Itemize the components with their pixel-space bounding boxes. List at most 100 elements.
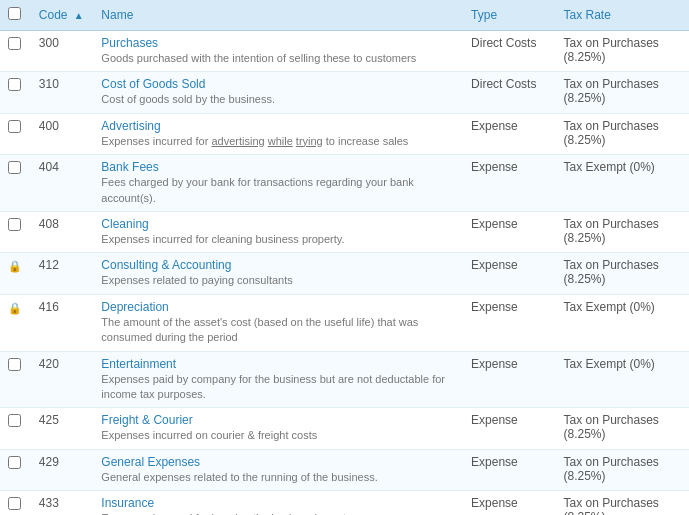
row-checkbox-cell <box>0 449 31 490</box>
account-name-link[interactable]: General Expenses <box>101 455 200 469</box>
header-name: Name <box>93 0 463 31</box>
row-type: Expense <box>463 351 555 408</box>
account-description: Expenses incurred for cleaning business … <box>101 232 455 247</box>
row-type: Direct Costs <box>463 31 555 72</box>
account-name-link[interactable]: Entertainment <box>101 357 176 371</box>
row-checkbox-cell <box>0 491 31 515</box>
row-checkbox[interactable] <box>8 414 21 427</box>
row-checkbox[interactable] <box>8 218 21 231</box>
row-type: Expense <box>463 408 555 449</box>
account-description: Expenses related to paying consultants <box>101 273 455 288</box>
row-name-cell: CleaningExpenses incurred for cleaning b… <box>93 211 463 252</box>
highlighted-word: while <box>268 135 293 147</box>
row-name-cell: InsuranceExpenses incurred for insuring … <box>93 491 463 515</box>
account-description: Expenses incurred for advertising while … <box>101 134 455 149</box>
name-label: Name <box>101 8 133 22</box>
row-checkbox-cell <box>0 155 31 212</box>
table-row: 433InsuranceExpenses incurred for insuri… <box>0 491 689 515</box>
type-label: Type <box>471 8 497 22</box>
row-code: 429 <box>31 449 94 490</box>
account-description: Expenses paid by company for the busines… <box>101 372 455 403</box>
row-name-cell: EntertainmentExpenses paid by company fo… <box>93 351 463 408</box>
row-taxrate: Tax Exempt (0%) <box>555 155 689 212</box>
row-type: Expense <box>463 113 555 154</box>
row-checkbox[interactable] <box>8 120 21 133</box>
account-description: Expenses incurred on courier & freight c… <box>101 428 455 443</box>
row-name-cell: General ExpensesGeneral expenses related… <box>93 449 463 490</box>
row-taxrate: Tax on Purchases (8.25%) <box>555 491 689 515</box>
row-checkbox[interactable] <box>8 358 21 371</box>
row-type: Expense <box>463 449 555 490</box>
table-row: 400AdvertisingExpenses incurred for adve… <box>0 113 689 154</box>
table-row: 🔒412Consulting & AccountingExpenses rela… <box>0 253 689 294</box>
account-name-link[interactable]: Advertising <box>101 119 160 133</box>
highlighted-word: advertising <box>211 135 264 147</box>
row-checkbox-cell: 🔒 <box>0 253 31 294</box>
row-code: 433 <box>31 491 94 515</box>
account-name-link[interactable]: Bank Fees <box>101 160 158 174</box>
highlighted-word: trying <box>296 135 323 147</box>
row-checkbox-cell <box>0 211 31 252</box>
row-taxrate: Tax Exempt (0%) <box>555 294 689 351</box>
account-description: Cost of goods sold by the business. <box>101 92 455 107</box>
account-name-link[interactable]: Consulting & Accounting <box>101 258 231 272</box>
row-type: Expense <box>463 491 555 515</box>
account-description: General expenses related to the running … <box>101 470 455 485</box>
row-name-cell: Bank FeesFees charged by your bank for t… <box>93 155 463 212</box>
account-name-link[interactable]: Cost of Goods Sold <box>101 77 205 91</box>
row-name-cell: AdvertisingExpenses incurred for adverti… <box>93 113 463 154</box>
table-row: 300PurchasesGoods purchased with the int… <box>0 31 689 72</box>
accounts-table-container: Code ▲ Name Type Tax Rate 300PurchasesGo… <box>0 0 689 515</box>
row-checkbox[interactable] <box>8 456 21 469</box>
row-checkbox[interactable] <box>8 37 21 50</box>
table-row: 429General ExpensesGeneral expenses rela… <box>0 449 689 490</box>
row-name-cell: Freight & CourierExpenses incurred on co… <box>93 408 463 449</box>
row-code: 300 <box>31 31 94 72</box>
row-name-cell: Consulting & AccountingExpenses related … <box>93 253 463 294</box>
account-name-link[interactable]: Purchases <box>101 36 158 50</box>
row-checkbox[interactable] <box>8 497 21 510</box>
table-row: 408CleaningExpenses incurred for cleanin… <box>0 211 689 252</box>
header-type: Type <box>463 0 555 31</box>
row-taxrate: Tax on Purchases (8.25%) <box>555 211 689 252</box>
account-name-link[interactable]: Cleaning <box>101 217 148 231</box>
sort-arrow-icon: ▲ <box>74 10 84 21</box>
table-row: 310Cost of Goods SoldCost of goods sold … <box>0 72 689 113</box>
row-checkbox-cell <box>0 408 31 449</box>
account-description: Goods purchased with the intention of se… <box>101 51 455 66</box>
select-all-checkbox[interactable] <box>8 7 21 20</box>
row-name-cell: Cost of Goods SoldCost of goods sold by … <box>93 72 463 113</box>
row-checkbox-cell <box>0 72 31 113</box>
taxrate-label: Tax Rate <box>563 8 610 22</box>
row-code: 416 <box>31 294 94 351</box>
row-type: Expense <box>463 211 555 252</box>
row-type: Expense <box>463 155 555 212</box>
row-type: Expense <box>463 253 555 294</box>
row-taxrate: Tax on Purchases (8.25%) <box>555 72 689 113</box>
account-description: The amount of the asset's cost (based on… <box>101 315 455 346</box>
row-taxrate: Tax on Purchases (8.25%) <box>555 113 689 154</box>
lock-icon: 🔒 <box>8 301 22 315</box>
row-code: 404 <box>31 155 94 212</box>
account-name-link[interactable]: Insurance <box>101 496 154 510</box>
row-checkbox-cell <box>0 351 31 408</box>
row-checkbox-cell <box>0 31 31 72</box>
table-row: 420EntertainmentExpenses paid by company… <box>0 351 689 408</box>
table-row: 404Bank FeesFees charged by your bank fo… <box>0 155 689 212</box>
account-description: Fees charged by your bank for transactio… <box>101 175 455 206</box>
account-name-link[interactable]: Depreciation <box>101 300 168 314</box>
row-code: 400 <box>31 113 94 154</box>
account-description: Expenses incurred for insuring the busin… <box>101 511 455 515</box>
row-name-cell: PurchasesGoods purchased with the intent… <box>93 31 463 72</box>
row-checkbox[interactable] <box>8 78 21 91</box>
row-code: 420 <box>31 351 94 408</box>
account-name-link[interactable]: Freight & Courier <box>101 413 192 427</box>
row-checkbox[interactable] <box>8 161 21 174</box>
row-code: 408 <box>31 211 94 252</box>
code-label: Code <box>39 8 68 22</box>
row-code: 425 <box>31 408 94 449</box>
header-code[interactable]: Code ▲ <box>31 0 94 31</box>
row-checkbox-cell <box>0 113 31 154</box>
row-taxrate: Tax on Purchases (8.25%) <box>555 31 689 72</box>
table-row: 🔒 416 DepreciationThe amount of the asset'… <box>0 294 689 351</box>
